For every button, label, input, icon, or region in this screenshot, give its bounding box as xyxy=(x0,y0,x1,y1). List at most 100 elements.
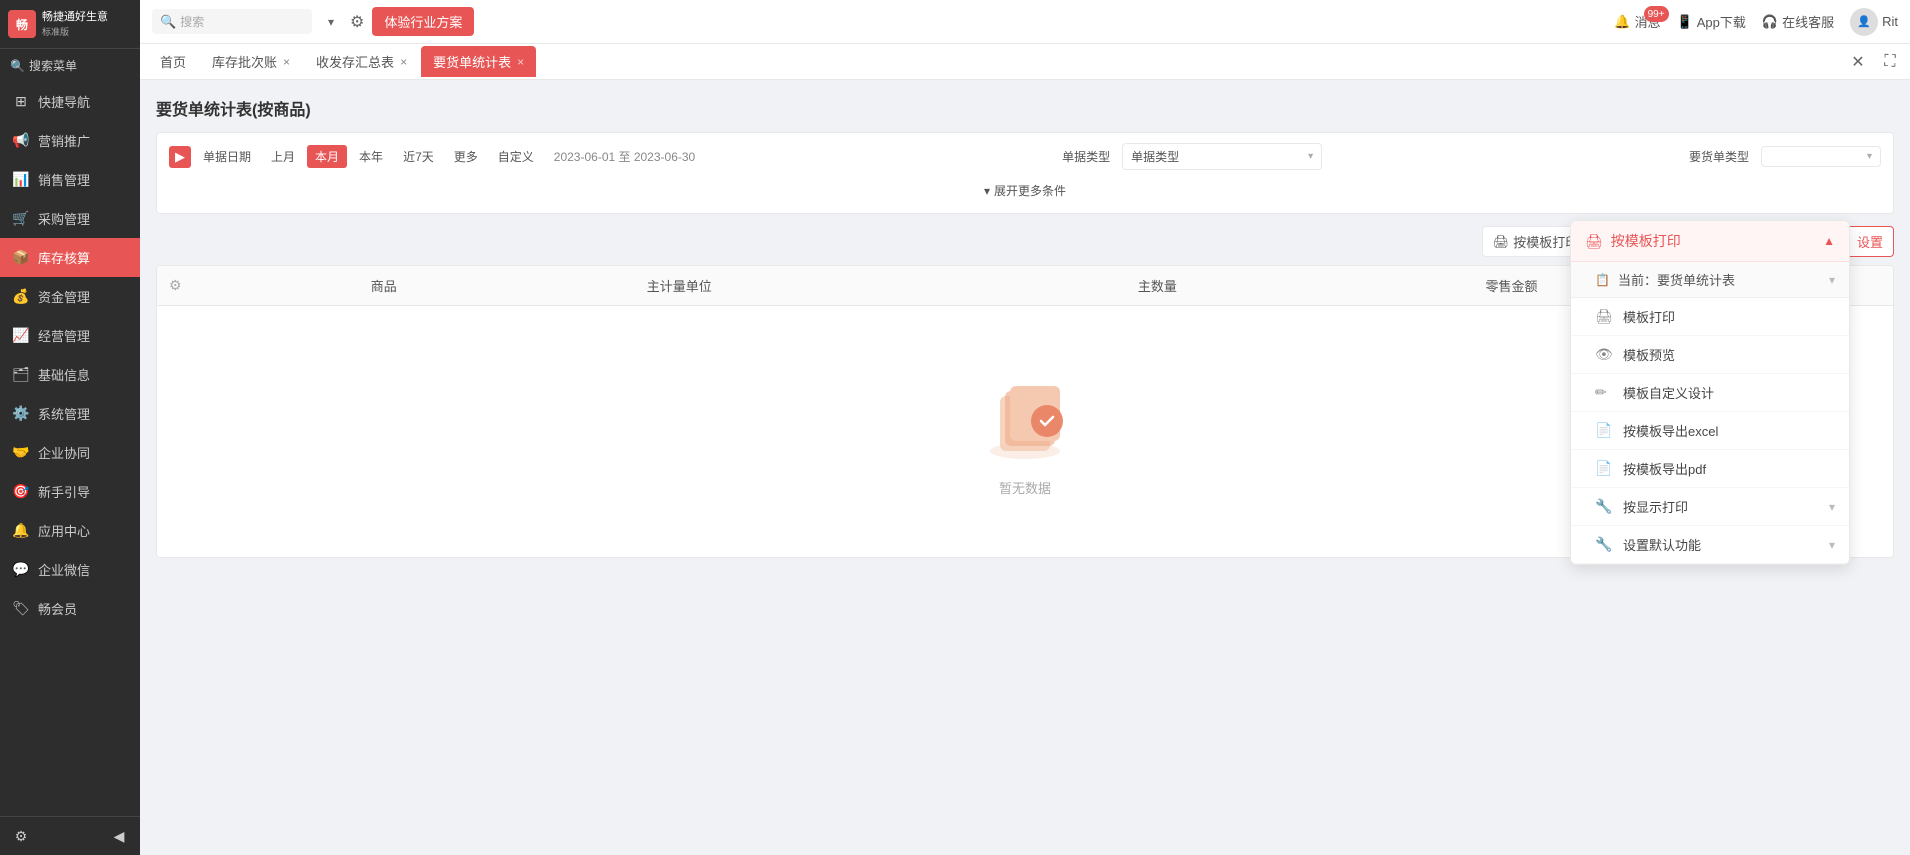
tab-label-inventory-batch: 库存批次账 xyxy=(212,52,277,71)
sidebar-item-quick-nav[interactable]: ⊞ 快捷导航 xyxy=(0,82,140,121)
sidebar-item-wechat[interactable]: 💬 企业微信 xyxy=(0,550,140,589)
finance-label: 资金管理 xyxy=(38,287,90,306)
tab-home[interactable]: 首页 xyxy=(148,46,198,77)
type-filter-select[interactable]: 单据类型 ▾ xyxy=(1122,143,1322,170)
dropdown-header[interactable]: 🖨 按模板打印 ▲ xyxy=(1571,221,1849,262)
close-window-btn[interactable]: ✕ xyxy=(1846,50,1870,74)
bell-icon: 🔔 xyxy=(1614,14,1630,30)
display-print-label: 按显示打印 xyxy=(1623,497,1688,516)
tab-close-order-summary[interactable]: × xyxy=(517,55,524,69)
dropdown-current-template[interactable]: 📋 当前：要货单统计表 ▾ xyxy=(1571,262,1849,298)
tab-label-order-summary: 要货单统计表 xyxy=(433,52,511,71)
topbar-nav-arrow[interactable]: ▾ xyxy=(320,11,342,33)
page-title: 要货单统计表(按商品) xyxy=(156,96,1894,120)
sales-icon: 📊 xyxy=(12,171,30,189)
sidebar-item-member[interactable]: 🏷 畅会员 xyxy=(0,589,140,628)
sidebar-item-collab[interactable]: 🤝 企业协同 xyxy=(0,433,140,472)
expand-down-icon: ▾ xyxy=(984,184,990,198)
print-icon: 🖨 xyxy=(1493,234,1510,250)
expand-row: ▾ 展开更多条件 xyxy=(169,178,1881,203)
sidebar-item-guide[interactable]: 🎯 新手引导 xyxy=(0,472,140,511)
order-type-label: 要货单类型 xyxy=(1689,148,1749,165)
dropdown-items: 🖨 模板打印 👁 模板预览 ✏ 模板自定义设计 📄 按模板导出excel 📄 按… xyxy=(1571,298,1849,488)
quick-nav-icon: ⊞ xyxy=(12,93,30,111)
template-export-pdf-label: 按模板导出pdf xyxy=(1623,459,1706,478)
dropdown-sub-item-default-func[interactable]: 🔧 设置默认功能 ▾ xyxy=(1571,526,1849,564)
main-content: 🔍 搜索 ▾ ⚙ 体验行业方案 🔔 消息 99+ 📱 App下载 🎧 在线客服 … xyxy=(140,0,1910,855)
online-service-btn[interactable]: 🎧 在线客服 xyxy=(1762,12,1834,31)
col-header-3: 主数量 xyxy=(1126,266,1474,306)
settings-btn[interactable]: 设置 xyxy=(1846,226,1894,257)
wechat-icon: 💬 xyxy=(12,561,30,579)
tabs-container: 首页库存批次账×收发存汇总表×要货单统计表× xyxy=(148,46,536,77)
topbar-search-icon: 🔍 xyxy=(160,14,176,30)
table-settings-icon[interactable]: ⚙ xyxy=(169,277,182,293)
tab-close-collection-summary[interactable]: × xyxy=(400,55,407,69)
date-filter-label: 单据日期 xyxy=(203,148,251,165)
dropdown-item-template-preview[interactable]: 👁 模板预览 xyxy=(1571,336,1849,374)
maximize-window-btn[interactable]: ⛶ xyxy=(1878,50,1902,74)
sidebar-search-label: 搜索菜单 xyxy=(29,57,77,74)
dropdown-item-template-export-excel[interactable]: 📄 按模板导出excel xyxy=(1571,412,1849,450)
filter-row-1: ▶ 单据日期 上月本月本年近7天更多自定义 2023-06-01 至 2023-… xyxy=(169,143,1881,170)
settings-icon[interactable]: ⚙ xyxy=(12,827,30,845)
page-content: 要货单统计表(按商品) ▶ 单据日期 上月本月本年近7天更多自定义 2023-0… xyxy=(140,80,1910,855)
sidebar-item-operations[interactable]: 📈 经营管理 xyxy=(0,316,140,355)
quick-nav-label: 快捷导航 xyxy=(38,92,90,111)
date-btn-自定义[interactable]: 自定义 xyxy=(490,145,542,168)
notifications-badge: 99+ xyxy=(1644,6,1669,22)
date-btn-近7天[interactable]: 近7天 xyxy=(395,145,442,168)
dropdown-header-arrow: ▲ xyxy=(1823,234,1835,248)
dropdown-item-template-export-pdf[interactable]: 📄 按模板导出pdf xyxy=(1571,450,1849,488)
topbar-settings-icon[interactable]: ⚙ xyxy=(350,12,364,32)
date-btn-上月[interactable]: 上月 xyxy=(263,145,303,168)
dropdown-sub-item-display-print[interactable]: 🔧 按显示打印 ▾ xyxy=(1571,488,1849,526)
print-label: 按模板打印 xyxy=(1513,232,1578,251)
tab-close-inventory-batch[interactable]: × xyxy=(283,55,290,69)
topbar-search[interactable]: 🔍 搜索 xyxy=(152,9,312,34)
collapse-icon[interactable]: ◀ xyxy=(110,827,128,845)
industry-btn[interactable]: 体验行业方案 xyxy=(372,7,474,36)
template-preview-label: 模板预览 xyxy=(1623,345,1675,364)
sidebar-item-finance[interactable]: 💰 资金管理 xyxy=(0,277,140,316)
purchase-label: 采购管理 xyxy=(38,209,90,228)
sidebar-item-appstore[interactable]: 🔔 应用中心 xyxy=(0,511,140,550)
user-avatar-btn[interactable]: 👤 Rit xyxy=(1850,8,1898,36)
date-btn-本年[interactable]: 本年 xyxy=(351,145,391,168)
date-btn-本月[interactable]: 本月 xyxy=(307,145,347,168)
tab-inventory-batch[interactable]: 库存批次账 × xyxy=(200,46,302,77)
purchase-icon: 🛒 xyxy=(12,210,30,228)
app-download-btn[interactable]: 📱 App下载 xyxy=(1677,12,1746,31)
current-template-label: 当前：要货单统计表 xyxy=(1618,270,1735,289)
template-preview-icon: 👁 xyxy=(1595,346,1613,363)
sidebar-search[interactable]: 🔍 搜索菜单 xyxy=(0,49,140,82)
avatar-icon: 👤 xyxy=(1857,15,1871,28)
dropdown-item-template-print[interactable]: 🖨 模板打印 xyxy=(1571,298,1849,336)
tab-order-summary[interactable]: 要货单统计表 × xyxy=(421,46,536,77)
date-btn-更多[interactable]: 更多 xyxy=(446,145,486,168)
sidebar-item-system[interactable]: ⚙️ 系统管理 xyxy=(0,394,140,433)
sidebar-item-marketing[interactable]: 📢 营销推广 xyxy=(0,121,140,160)
sidebar-item-sales[interactable]: 📊 销售管理 xyxy=(0,160,140,199)
order-type-select[interactable]: ▾ xyxy=(1761,146,1881,167)
date-buttons: 上月本月本年近7天更多自定义 xyxy=(263,145,542,168)
print-dropdown: 🖨 按模板打印 ▲ 📋 当前：要货单统计表 ▾ 🖨 模板打印 👁 模板预览 ✏ … xyxy=(1570,220,1850,565)
search-icon: 🔍 xyxy=(10,59,25,73)
sidebar-item-inventory[interactable]: 📦 库存核算 xyxy=(0,238,140,277)
member-icon: 🏷 xyxy=(12,600,30,618)
sidebar-item-purchase[interactable]: 🛒 采购管理 xyxy=(0,199,140,238)
collab-icon: 🤝 xyxy=(12,444,30,462)
tab-collection-summary[interactable]: 收发存汇总表× xyxy=(304,46,419,77)
sidebar-item-basic[interactable]: 🗂 基础信息 xyxy=(0,355,140,394)
expand-filter-btn[interactable]: ▶ xyxy=(169,146,191,168)
app-download-label: App下载 xyxy=(1697,12,1746,31)
expand-more-btn[interactable]: ▾ 展开更多条件 xyxy=(976,178,1074,203)
col-header-1: 商品 xyxy=(359,266,635,306)
display-print-icon: 🔧 xyxy=(1595,498,1613,515)
notifications-btn[interactable]: 🔔 消息 99+ xyxy=(1614,12,1660,31)
dropdown-item-template-design[interactable]: ✏ 模板自定义设计 xyxy=(1571,374,1849,412)
dropdown-sub-items: 🔧 按显示打印 ▾ 🔧 设置默认功能 ▾ xyxy=(1571,488,1849,564)
tab-label-home: 首页 xyxy=(160,52,186,71)
default-func-icon: 🔧 xyxy=(1595,536,1613,553)
select-arrow-icon: ▾ xyxy=(1308,151,1313,162)
